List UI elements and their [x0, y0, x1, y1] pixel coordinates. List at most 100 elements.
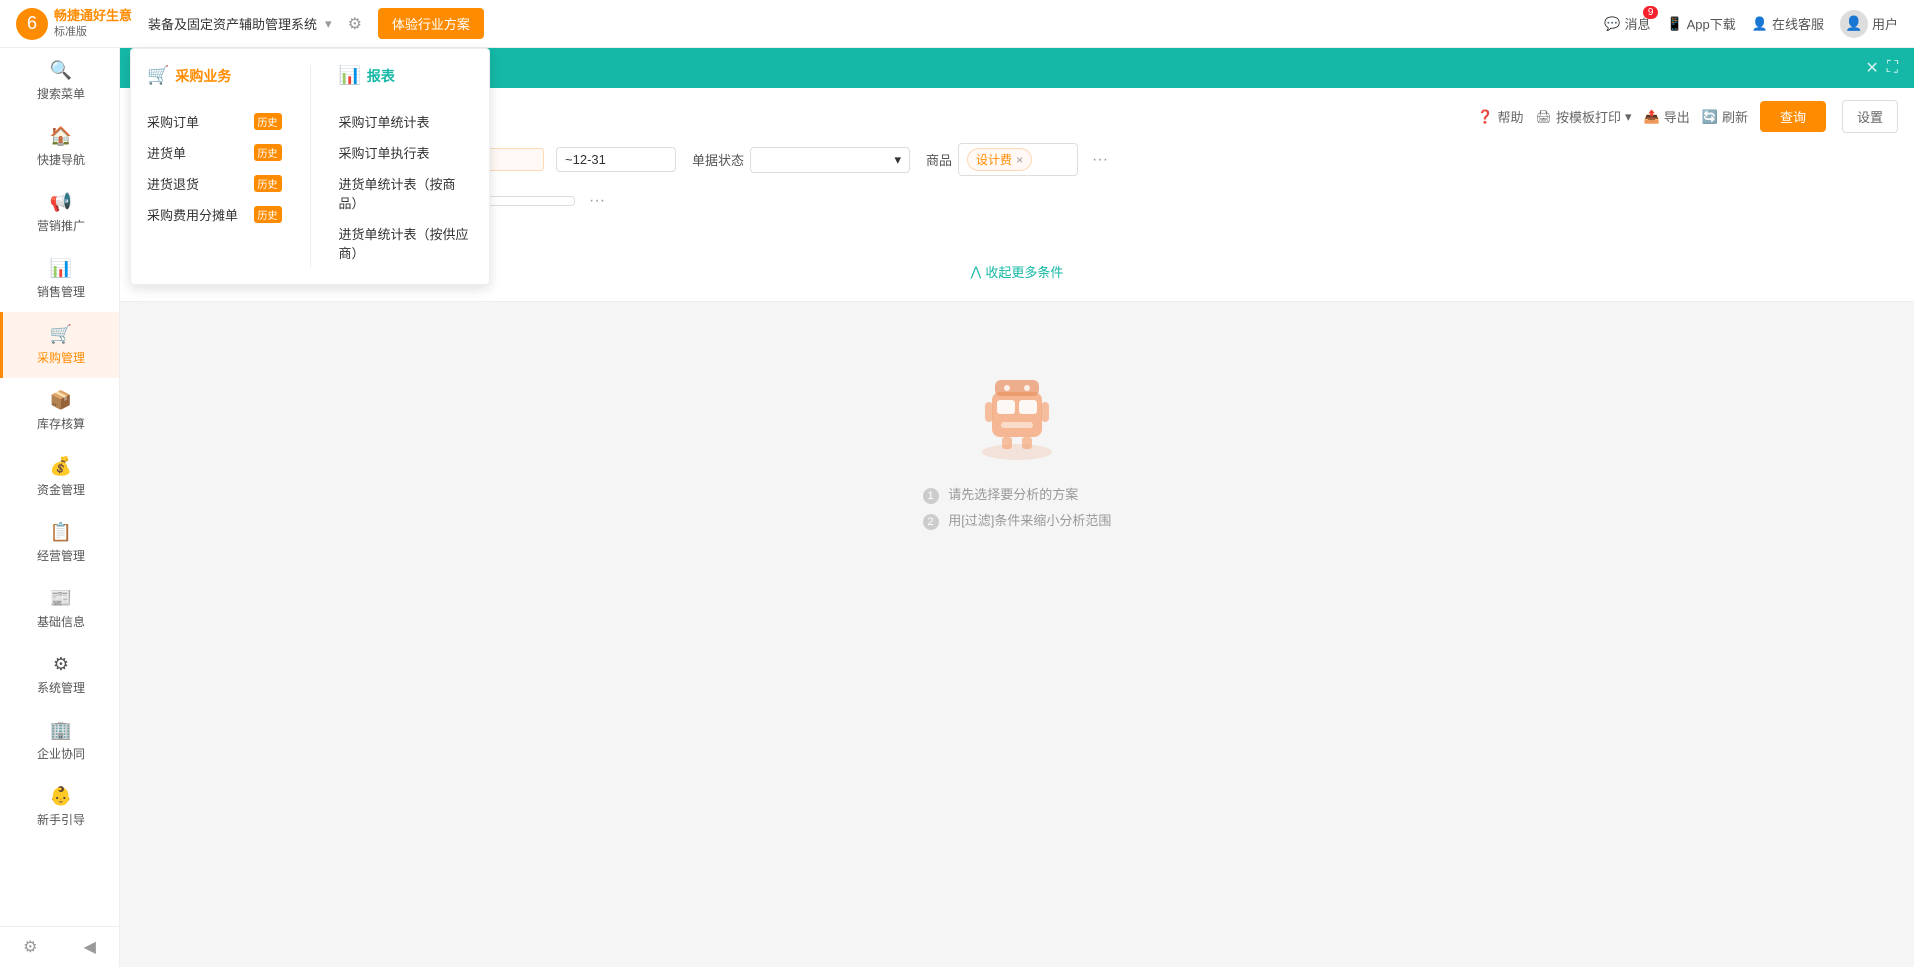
menu-item-receipt-stat-supplier[interactable]: 进货单统计表（按供应商） [339, 218, 474, 268]
purchase-exec-label: 采购订单执行表 [339, 143, 430, 162]
sidebar-icon-enterprise: 🏢 [50, 720, 72, 741]
purchase-section-label: 采购业务 [175, 66, 231, 86]
sidebar-label-funds: 资金管理 [37, 481, 85, 498]
export-icon: 📤 [1644, 109, 1660, 125]
dropdown-menu: 🛒 采购业务 采购订单 历史 进货单 历史 进货退货 历史 采购费用分摊单 历史 [130, 48, 490, 285]
menu-item-receipt[interactable]: 进货单 历史 [147, 137, 282, 168]
tip2-text: 用[过滤]条件来缩小分析范围 [948, 513, 1111, 528]
app-download-action[interactable]: 📱 App下载 [1666, 14, 1735, 33]
app-container: 6 畅捷通好生意 标准版 装备及固定资产辅助管理系统 ▾ ⚙ 体验行业方案 💬 … [0, 0, 1914, 967]
help-label: 帮助 [1497, 107, 1523, 126]
sidebar-label-enterprise: 企业协同 [37, 745, 85, 762]
empty-tip-1: 1 请先选择要分析的方案 [923, 482, 1112, 508]
system-name: 装备及固定资产辅助管理系统 [148, 14, 317, 33]
sidebar-settings-btn[interactable]: ⚙ [23, 937, 37, 957]
sidebar-icon-guide: 👶 [50, 786, 72, 807]
tab-close-window-btn[interactable]: ✕ [1865, 58, 1878, 78]
product-tag-remove[interactable]: × [1016, 153, 1023, 167]
sidebar-label-sales: 销售管理 [37, 283, 85, 300]
print-icon: 🖨 [1536, 109, 1553, 125]
menu-item-purchase-order[interactable]: 采购订单 历史 [147, 106, 282, 137]
receipt-label: 进货单 [147, 143, 186, 162]
menu-item-purchase-stat[interactable]: 采购订单统计表 [339, 106, 474, 137]
sidebar-item-purchase[interactable]: 🛒 采购管理 [0, 312, 119, 378]
menu-item-receipt-stat-product[interactable]: 进货单统计表（按商品） [339, 168, 474, 218]
sidebar-collapse-btn[interactable]: ◀ [84, 937, 96, 957]
expense-label: 采购费用分摊单 [147, 205, 238, 224]
product-select[interactable]: 设计费 × [958, 143, 1078, 176]
sidebar-label-marketing: 营销推广 [37, 217, 85, 234]
tip2-dot: 2 [923, 514, 939, 530]
tab-resize-btn[interactable]: ⛶ [1887, 59, 1898, 77]
sidebar-item-system[interactable]: ⚙ 系统管理 [0, 642, 119, 708]
salesperson-more-icon[interactable]: ··· [589, 192, 605, 210]
export-btn[interactable]: 📤 导出 [1644, 107, 1690, 126]
sidebar-icon-search: 🔍 [50, 60, 72, 81]
sidebar-item-quicknav[interactable]: 🏠 快捷导航 [0, 114, 119, 180]
logo-icon: 6 [16, 8, 48, 40]
sidebar-item-sales[interactable]: 📊 销售管理 [0, 246, 119, 312]
menu-item-return[interactable]: 进货退货 历史 [147, 168, 282, 199]
top-bar: 6 畅捷通好生意 标准版 装备及固定资产辅助管理系统 ▾ ⚙ 体验行业方案 💬 … [0, 0, 1914, 48]
sidebar-label-search: 搜索菜单 [37, 85, 85, 102]
sidebar-icon-sales: 📊 [50, 258, 72, 279]
sidebar-item-inventory[interactable]: 📦 库存核算 [0, 378, 119, 444]
status-label: 单据状态 [692, 150, 744, 169]
sidebar-item-basics[interactable]: 📰 基础信息 [0, 576, 119, 642]
sidebar: 🔍 搜索菜单 🏠 快捷导航 📢 营销推广 📊 销售管理 🛒 采购管理 📦 库存核… [0, 48, 120, 967]
export-label: 导出 [1664, 107, 1690, 126]
sidebar-label-purchase: 采购管理 [37, 349, 85, 366]
system-dropdown-icon[interactable]: ▾ [325, 16, 332, 32]
product-tag: 设计费 × [967, 148, 1032, 171]
query-button[interactable]: 查询 [1760, 101, 1826, 132]
empty-illustration [957, 362, 1077, 462]
product-tag-label: 设计费 [976, 151, 1012, 168]
sidebar-item-funds[interactable]: 💰 资金管理 [0, 444, 119, 510]
logo-brand: 畅捷通好生意 [54, 8, 132, 25]
user-avatar: 👤 [1840, 10, 1868, 38]
system-settings-icon[interactable]: ⚙ [348, 14, 362, 34]
purchase-order-label: 采购订单 [147, 112, 199, 131]
product-more-icon[interactable]: ··· [1092, 151, 1108, 169]
menu-item-purchase-exec[interactable]: 采购订单执行表 [339, 137, 474, 168]
history-badge-1: 历史 [254, 113, 282, 130]
settings-button[interactable]: 设置 [1842, 100, 1898, 133]
purchase-stat-label: 采购订单统计表 [339, 112, 430, 131]
menu-item-expense[interactable]: 采购费用分摊单 历史 [147, 199, 282, 230]
tip1-dot: 1 [923, 488, 939, 504]
empty-tip-2: 2 用[过滤]条件来缩小分析范围 [923, 508, 1112, 534]
status-select[interactable]: ▾ [750, 147, 910, 173]
sidebar-label-basics: 基础信息 [37, 613, 85, 630]
industry-button[interactable]: 体验行业方案 [378, 8, 484, 39]
refresh-label: 刷新 [1722, 107, 1748, 126]
sidebar-item-marketing[interactable]: 📢 营销推广 [0, 180, 119, 246]
logo-sub: 标准版 [54, 25, 132, 39]
messages-action[interactable]: 💬 消息 9 [1604, 14, 1650, 33]
refresh-btn[interactable]: 🔄 刷新 [1702, 107, 1748, 126]
top-actions: 💬 消息 9 📱 App下载 👤 在线客服 👤 用户 [1604, 10, 1898, 38]
receipt-stat-product-label: 进货单统计表（按商品） [339, 174, 474, 212]
sidebar-item-enterprise[interactable]: 🏢 企业协同 [0, 708, 119, 774]
section-purchase-title: 🛒 采购业务 [147, 65, 282, 94]
sidebar-item-guide[interactable]: 👶 新手引导 [0, 774, 119, 840]
user-action[interactable]: 👤 用户 [1840, 10, 1898, 38]
online-service-action[interactable]: 👤 在线客服 [1752, 14, 1824, 33]
sidebar-items: 🔍 搜索菜单 🏠 快捷导航 📢 营销推广 📊 销售管理 🛒 采购管理 📦 库存核… [0, 48, 119, 840]
user-name-label: 用户 [1872, 14, 1898, 33]
message-badge: 9 [1643, 6, 1659, 19]
empty-tips: 1 请先选择要分析的方案 2 用[过滤]条件来缩小分析范围 [923, 482, 1112, 534]
print-btn[interactable]: 🖨 按模板打印 ▾ [1536, 107, 1632, 126]
date-value[interactable]: ~12-31 [556, 147, 676, 172]
menu-section-purchase: 🛒 采购业务 采购订单 历史 进货单 历史 进货退货 历史 采购费用分摊单 历史 [147, 65, 282, 268]
product-label: 商品 [926, 150, 952, 169]
online-service-label: 在线客服 [1772, 14, 1824, 33]
logo-area: 6 畅捷通好生意 标准版 [16, 8, 132, 40]
status-select-arrow: ▾ [895, 152, 902, 168]
sidebar-label-operations: 经营管理 [37, 547, 85, 564]
product-filter: 商品 设计费 × ··· [926, 143, 1108, 176]
help-btn[interactable]: ❓ 帮助 [1477, 107, 1523, 126]
sidebar-item-search[interactable]: 🔍 搜索菜单 [0, 48, 119, 114]
sidebar-item-operations[interactable]: 📋 经营管理 [0, 510, 119, 576]
menu-divider [310, 65, 311, 268]
reports-section-icon: 📊 [339, 65, 361, 86]
